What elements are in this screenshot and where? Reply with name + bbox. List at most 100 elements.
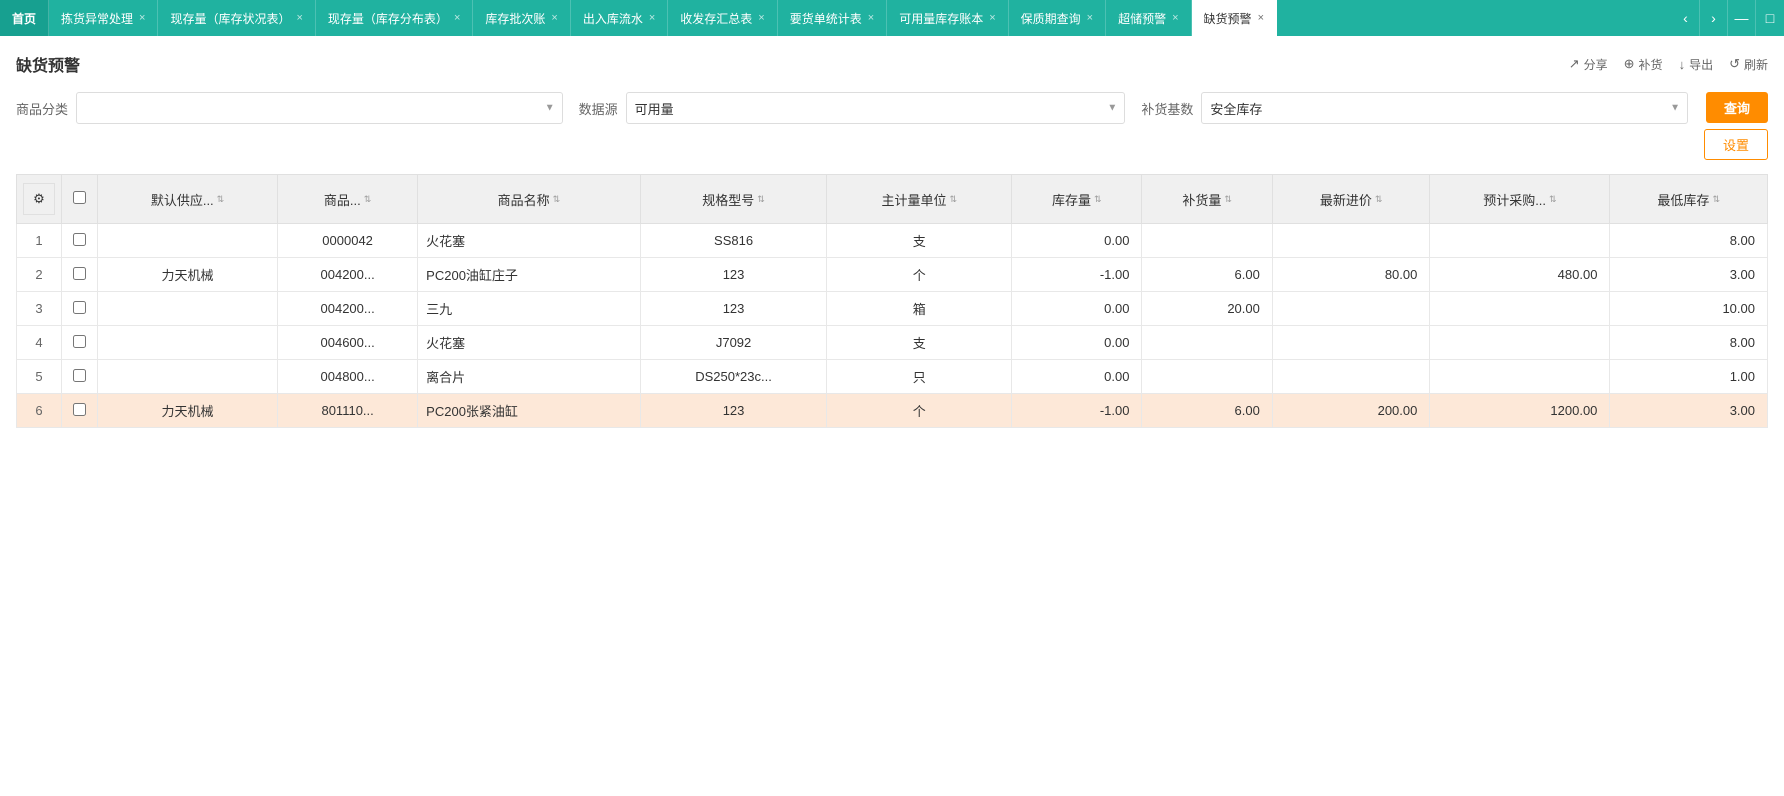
- cell-check-3[interactable]: [62, 326, 98, 360]
- cell-check-4[interactable]: [62, 360, 98, 394]
- table-row: 4 004600... 火花塞 J7092 支 0.00 8.00: [17, 326, 1768, 360]
- minstock-sort-icon: ⇅: [1712, 194, 1720, 205]
- tab-overstock-close[interactable]: ×: [1172, 12, 1178, 24]
- th-spec-sort[interactable]: 规格型号 ⇅: [647, 190, 821, 209]
- cell-check-0[interactable]: [62, 224, 98, 258]
- cell-latestprice-3: [1272, 326, 1430, 360]
- cell-replenish-3: [1142, 326, 1272, 360]
- row-checkbox-3[interactable]: [73, 335, 86, 348]
- tab-abnormal[interactable]: 拣货异常处理 ×: [49, 0, 158, 36]
- th-supplier-sort[interactable]: 默认供应... ⇅: [104, 190, 271, 209]
- th-stock: 库存量 ⇅: [1012, 175, 1142, 224]
- export-button[interactable]: ↓ 导出: [1679, 56, 1714, 73]
- row-checkbox-4[interactable]: [73, 369, 86, 382]
- category-select[interactable]: [76, 92, 563, 124]
- cell-check-1[interactable]: [62, 258, 98, 292]
- table-row: 6 力天机械 801110... PC200张紧油缸 123 个 -1.00 6…: [17, 394, 1768, 428]
- tab-order-stats[interactable]: 要货单统计表 ×: [778, 0, 887, 36]
- cell-stock-5: -1.00: [1012, 394, 1142, 428]
- cell-supplier-5: 力天机械: [98, 394, 278, 428]
- tab-batch-account[interactable]: 库存批次账 ×: [473, 0, 570, 36]
- th-goodscode-sort[interactable]: 商品... ⇅: [284, 190, 411, 209]
- th-stock-sort[interactable]: 库存量 ⇅: [1018, 190, 1135, 209]
- datasource-select[interactable]: 可用量: [626, 92, 1126, 124]
- share-button[interactable]: ↗ 分享: [1569, 56, 1608, 73]
- tab-expiry-query[interactable]: 保质期查询 ×: [1009, 0, 1106, 36]
- cell-unit-3: 支: [827, 326, 1012, 360]
- th-check: [62, 175, 98, 224]
- tab-shortage[interactable]: 缺货预警 ×: [1192, 0, 1277, 36]
- th-unit-label: 主计量单位: [881, 190, 946, 209]
- table-settings-gear[interactable]: ⚙: [23, 183, 55, 215]
- row-checkbox-5[interactable]: [73, 403, 86, 416]
- tab-inventory-dist-close[interactable]: ×: [454, 12, 460, 24]
- th-goodscode: 商品... ⇅: [278, 175, 418, 224]
- tab-minimize-btn[interactable]: —: [1728, 0, 1756, 36]
- th-replenish-sort[interactable]: 补货量 ⇅: [1148, 190, 1265, 209]
- th-goodsname-sort[interactable]: 商品名称 ⇅: [424, 190, 634, 209]
- cell-goodscode-0: 0000042: [278, 224, 418, 258]
- tab-overstock[interactable]: 超储预警 ×: [1106, 0, 1191, 36]
- cell-stock-3: 0.00: [1012, 326, 1142, 360]
- cell-minstock-4: 1.00: [1610, 360, 1768, 394]
- tab-inventory-dist[interactable]: 现存量（库存分布表） ×: [316, 0, 473, 36]
- tab-abnormal-close[interactable]: ×: [139, 12, 145, 24]
- tab-available-ledger-close[interactable]: ×: [989, 12, 995, 24]
- cell-unit-5: 个: [827, 394, 1012, 428]
- tab-inventory-status[interactable]: 现存量（库存状况表） ×: [158, 0, 315, 36]
- cell-check-5[interactable]: [62, 394, 98, 428]
- tab-available-ledger[interactable]: 可用量库存账本 ×: [887, 0, 1008, 36]
- tab-overstock-label: 超储预警: [1118, 10, 1166, 27]
- row-checkbox-0[interactable]: [73, 233, 86, 246]
- tab-prev-btn[interactable]: ‹: [1672, 0, 1700, 36]
- goodsname-sort-icon: ⇅: [553, 194, 561, 205]
- replenish-base-select[interactable]: 安全库存: [1201, 92, 1688, 124]
- cell-goodsname-0: 火花塞: [418, 224, 641, 258]
- select-all-checkbox[interactable]: [73, 191, 86, 204]
- tab-maximize-btn[interactable]: □: [1756, 0, 1784, 36]
- cell-replenish-4: [1142, 360, 1272, 394]
- tab-shortage-close[interactable]: ×: [1258, 12, 1264, 24]
- th-latestprice-label: 最新进价: [1320, 190, 1372, 209]
- tab-inout-flow[interactable]: 出入库流水 ×: [571, 0, 668, 36]
- cell-check-2[interactable]: [62, 292, 98, 326]
- tab-order-stats-close[interactable]: ×: [868, 12, 874, 24]
- cell-latestprice-0: [1272, 224, 1430, 258]
- cell-stock-1: -1.00: [1012, 258, 1142, 292]
- query-button[interactable]: 查询: [1706, 92, 1768, 123]
- cell-goodscode-1: 004200...: [278, 258, 418, 292]
- cell-replenish-5: 6.00: [1142, 394, 1272, 428]
- th-minstock-sort[interactable]: 最低库存 ⇅: [1616, 190, 1761, 209]
- unit-sort-icon: ⇅: [949, 194, 957, 205]
- tab-inout-flow-close[interactable]: ×: [649, 12, 655, 24]
- row-checkbox-1[interactable]: [73, 267, 86, 280]
- cell-unit-2: 箱: [827, 292, 1012, 326]
- cell-spec-2: 123: [640, 292, 827, 326]
- th-index: ⚙: [17, 175, 62, 224]
- cell-index-4: 5: [17, 360, 62, 394]
- header-actions: ↗ 分享 ⊕ 补货 ↓ 导出 ↺ 刷新: [1569, 56, 1768, 73]
- cell-latestprice-4: [1272, 360, 1430, 394]
- tab-batch-account-close[interactable]: ×: [551, 12, 557, 24]
- cell-latestprice-1: 80.00: [1272, 258, 1430, 292]
- th-unit-sort[interactable]: 主计量单位 ⇅: [833, 190, 1005, 209]
- tab-next-btn[interactable]: ›: [1700, 0, 1728, 36]
- cell-unit-1: 个: [827, 258, 1012, 292]
- settings-button[interactable]: 设置: [1704, 129, 1768, 160]
- th-latestprice-sort[interactable]: 最新进价 ⇅: [1279, 190, 1424, 209]
- th-estpurchase-sort[interactable]: 预计采购... ⇅: [1436, 190, 1603, 209]
- refresh-button[interactable]: ↺ 刷新: [1729, 56, 1768, 73]
- tab-home[interactable]: 首页: [0, 0, 49, 36]
- row-checkbox-2[interactable]: [73, 301, 86, 314]
- cell-minstock-2: 10.00: [1610, 292, 1768, 326]
- replenish-button[interactable]: ⊕ 补货: [1624, 56, 1663, 73]
- th-minstock-label: 最低库存: [1657, 190, 1709, 209]
- tab-inventory-status-close[interactable]: ×: [296, 12, 302, 24]
- tab-expiry-query-close[interactable]: ×: [1087, 12, 1093, 24]
- tab-receive-summary-close[interactable]: ×: [758, 12, 764, 24]
- tab-receive-summary[interactable]: 收发存汇总表 ×: [668, 0, 777, 36]
- datasource-value: 可用量: [635, 99, 674, 118]
- cell-goodsname-4: 离合片: [418, 360, 641, 394]
- cell-estpurchase-5: 1200.00: [1430, 394, 1610, 428]
- cell-minstock-5: 3.00: [1610, 394, 1768, 428]
